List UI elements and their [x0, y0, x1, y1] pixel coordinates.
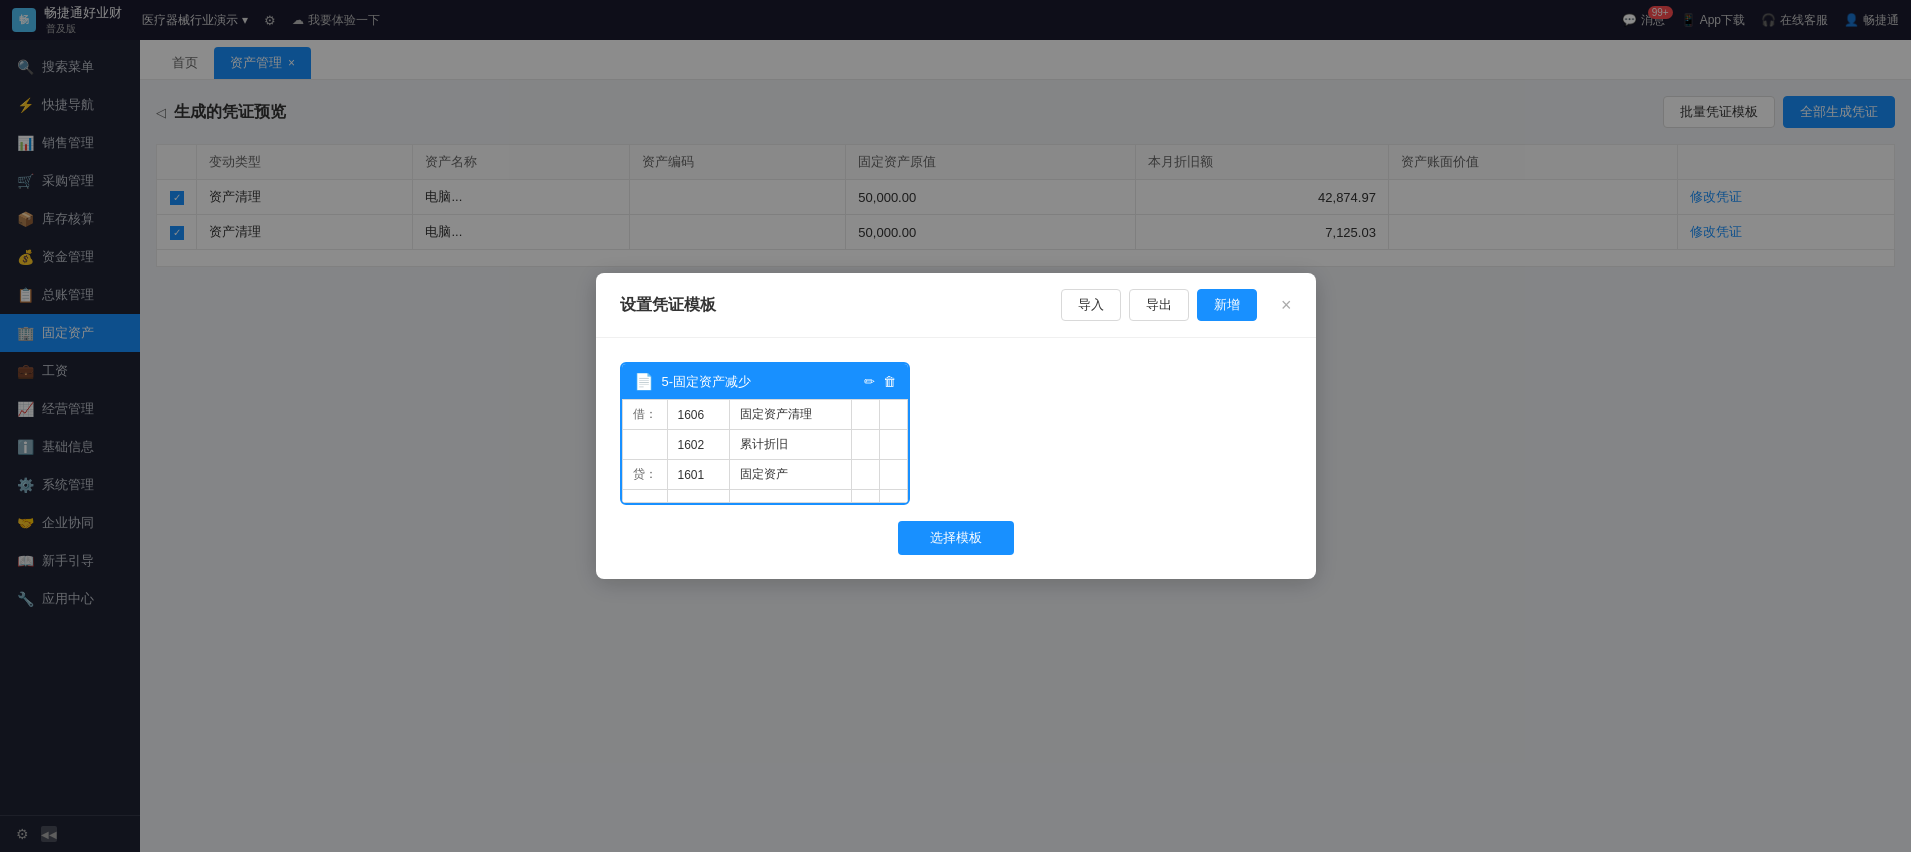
- template-entry-row: 1602 累计折旧: [622, 430, 907, 460]
- template-delete-btn[interactable]: 🗑: [883, 374, 896, 389]
- entry-name: 累计折旧: [730, 430, 852, 460]
- entry-code: 1601: [667, 460, 730, 490]
- entry-credit: [879, 400, 907, 430]
- entry-debit: [852, 460, 880, 490]
- template-edit-btn[interactable]: ✏: [864, 374, 875, 389]
- template-body: 借： 1606 固定资产清理 1602 累计折旧: [622, 399, 908, 503]
- entry-type: [622, 430, 667, 460]
- template-entry-row: 借： 1606 固定资产清理: [622, 400, 907, 430]
- entry-type: 借：: [622, 400, 667, 430]
- modal-close-btn[interactable]: ×: [1281, 295, 1292, 316]
- entry-code: 1606: [667, 400, 730, 430]
- template-empty-row: [622, 490, 907, 503]
- entry-name: 固定资产: [730, 460, 852, 490]
- modal-body: 📄 5-固定资产减少 ✏ 🗑 借： 1606 固: [596, 338, 1316, 579]
- entry-code: 1602: [667, 430, 730, 460]
- template-entry-row: 贷： 1601 固定资产: [622, 460, 907, 490]
- modal-header: 设置凭证模板 导入 导出 新增 ×: [596, 273, 1316, 338]
- entry-credit: [879, 430, 907, 460]
- select-template-btn-wrap: 选择模板: [620, 521, 1292, 555]
- modal-actions: 导入 导出 新增: [1061, 289, 1257, 321]
- import-btn[interactable]: 导入: [1061, 289, 1121, 321]
- template-card-actions: ✏ 🗑: [864, 374, 896, 389]
- entry-type: 贷：: [622, 460, 667, 490]
- template-doc-icon: 📄: [634, 372, 654, 391]
- voucher-template-modal: 设置凭证模板 导入 导出 新增 × 📄 5-固定资产减少 ✏ 🗑: [596, 273, 1316, 579]
- template-card-header: 📄 5-固定资产减少 ✏ 🗑: [622, 364, 908, 399]
- entry-name: 固定资产清理: [730, 400, 852, 430]
- template-card-title: 5-固定资产减少: [662, 373, 752, 391]
- entry-debit: [852, 400, 880, 430]
- entry-credit: [879, 460, 907, 490]
- new-btn[interactable]: 新增: [1197, 289, 1257, 321]
- entry-debit: [852, 430, 880, 460]
- export-btn[interactable]: 导出: [1129, 289, 1189, 321]
- modal-overlay: 设置凭证模板 导入 导出 新增 × 📄 5-固定资产减少 ✏ 🗑: [0, 0, 1911, 852]
- modal-title: 设置凭证模板: [620, 295, 716, 316]
- template-card: 📄 5-固定资产减少 ✏ 🗑 借： 1606 固: [620, 362, 910, 505]
- template-entries-table: 借： 1606 固定资产清理 1602 累计折旧: [622, 399, 908, 503]
- select-template-btn[interactable]: 选择模板: [898, 521, 1014, 555]
